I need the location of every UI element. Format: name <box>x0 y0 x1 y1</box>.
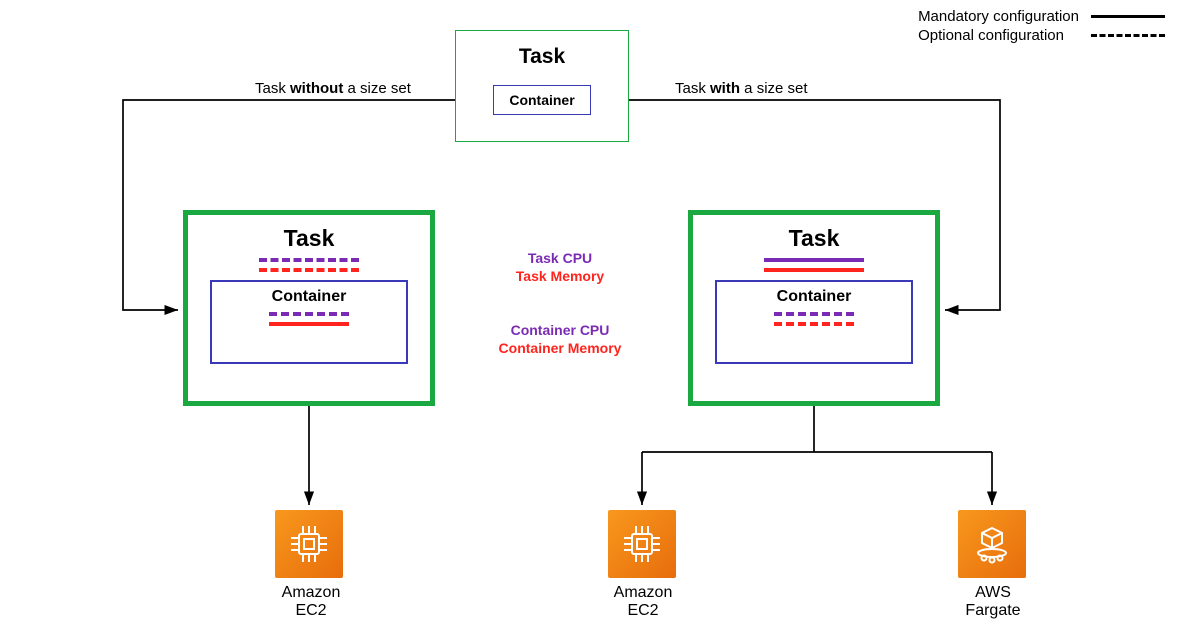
legend: Mandatory configuration Optional configu… <box>918 8 1165 46</box>
fargate-icon <box>958 510 1026 578</box>
edge-label-with-size: Task with a size set <box>675 80 808 97</box>
legend-line-solid <box>1091 15 1165 18</box>
task-memory-label: Task Memory <box>485 268 635 284</box>
ec2-icon-left <box>275 510 343 578</box>
chip-icon <box>287 522 331 566</box>
legend-line-dashed <box>1091 34 1165 37</box>
legend-label-optional: Optional configuration <box>918 27 1064 44</box>
left-container-memory-line <box>269 322 349 326</box>
fargate-label: AWS Fargate <box>948 584 1038 620</box>
ec2-label-right: Amazon EC2 <box>598 584 688 620</box>
legend-row-mandatory: Mandatory configuration <box>918 8 1165 25</box>
left-container-cpu-line <box>269 312 349 316</box>
ec2-icon-right <box>608 510 676 578</box>
right-task-title: Task <box>693 225 935 252</box>
right-task-cpu-line <box>764 258 864 262</box>
left-container-box: Container <box>210 280 408 364</box>
left-task-cpu-line <box>259 258 359 262</box>
right-container-label: Container <box>717 288 911 306</box>
right-container-cpu-line <box>774 312 854 316</box>
container-memory-label: Container Memory <box>485 340 635 356</box>
left-task-box: Task Container <box>183 210 435 406</box>
ec2-label-left: Amazon EC2 <box>266 584 356 620</box>
left-task-memory-line <box>259 268 359 272</box>
edge-label-without-size: Task without a size set <box>255 80 411 97</box>
container-cpu-label: Container CPU <box>485 322 635 338</box>
chip-icon <box>620 522 664 566</box>
right-task-box: Task Container <box>688 210 940 406</box>
top-task-title: Task <box>456 45 628 69</box>
task-cpu-label: Task CPU <box>485 250 635 266</box>
legend-row-optional: Optional configuration <box>918 27 1165 44</box>
config-labels-group: Task CPU Task Memory Container CPU Conta… <box>485 250 635 356</box>
left-container-label: Container <box>212 288 406 306</box>
diagram-canvas: Mandatory configuration Optional configu… <box>0 0 1177 630</box>
top-task-container: Container <box>493 85 591 115</box>
right-container-box: Container <box>715 280 913 364</box>
cube-icon <box>970 522 1014 566</box>
left-task-title: Task <box>188 225 430 252</box>
right-container-memory-line <box>774 322 854 326</box>
right-task-memory-line <box>764 268 864 272</box>
legend-label-mandatory: Mandatory configuration <box>918 8 1079 25</box>
top-task-box: Task Container <box>455 30 629 142</box>
